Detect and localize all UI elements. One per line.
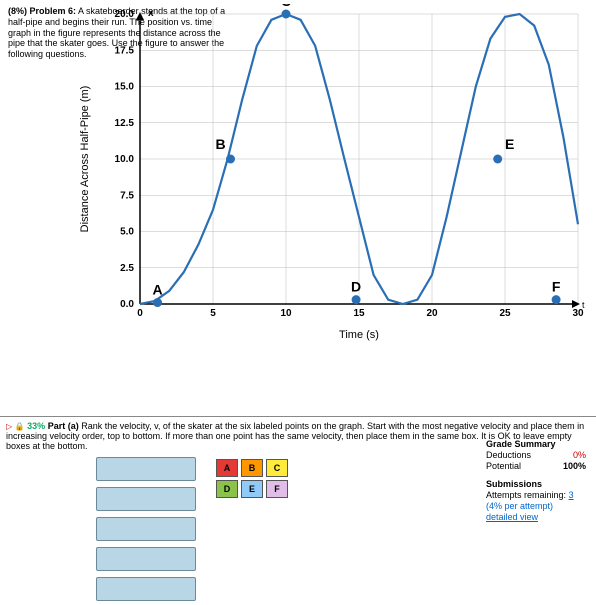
svg-text:0.0: 0.0 (120, 299, 134, 310)
chip-b[interactable]: B (241, 459, 263, 477)
ranking-slots (96, 457, 196, 601)
attempts-row: Attempts remaining: 3 (486, 490, 586, 501)
part-name: Part (a) (48, 421, 79, 431)
chip-e[interactable]: E (241, 480, 263, 498)
svg-text:A: A (152, 282, 162, 298)
svg-text:C: C (281, 4, 291, 9)
svg-text:20.0: 20.0 (115, 9, 135, 20)
svg-text:t: t (582, 300, 585, 310)
problem-label: (8%) Problem 6: (8, 6, 76, 16)
per-attempt: (4% per attempt) (486, 501, 586, 512)
attempts-remaining-link[interactable]: 3 (569, 490, 574, 500)
rank-slot-2[interactable] (96, 487, 196, 511)
svg-text:15: 15 (353, 308, 365, 319)
chip-a[interactable]: A (216, 459, 238, 477)
svg-text:17.5: 17.5 (115, 45, 135, 56)
svg-text:25: 25 (499, 308, 511, 319)
svg-text:7.5: 7.5 (120, 190, 134, 201)
chip-f[interactable]: F (266, 480, 288, 498)
svg-text:5.0: 5.0 (120, 227, 134, 238)
rank-slot-3[interactable] (96, 517, 196, 541)
svg-text:0: 0 (137, 308, 143, 319)
detailed-view-link[interactable]: detailed view (486, 512, 586, 523)
position-graph: 0510152025300.02.55.07.510.012.515.017.5… (70, 4, 590, 344)
svg-text:2.5: 2.5 (120, 263, 134, 274)
svg-text:B: B (215, 136, 225, 152)
potential-row: Potential 100% (486, 461, 586, 472)
svg-text:Distance Across Half-Pipe (m): Distance Across Half-Pipe (m) (79, 86, 91, 233)
svg-text:D: D (351, 279, 361, 295)
chip-d[interactable]: D (216, 480, 238, 498)
part-a-section: ▷ 🔒 33% Part (a) Rank the velocity, v, o… (0, 416, 596, 605)
rank-slot-5[interactable] (96, 577, 196, 601)
svg-text:10: 10 (280, 308, 292, 319)
svg-text:x: x (148, 8, 154, 19)
chip-c[interactable]: C (266, 459, 288, 477)
svg-text:E: E (505, 136, 514, 152)
lock-icon: 🔒 (15, 422, 25, 431)
grade-summary: Grade Summary Deductions 0% Potential 10… (486, 439, 586, 524)
submissions-header: Submissions (486, 479, 586, 490)
rank-slot-1[interactable] (96, 457, 196, 481)
svg-text:F: F (552, 279, 561, 295)
deductions-row: Deductions 0% (486, 450, 586, 461)
svg-text:10.0: 10.0 (115, 154, 135, 165)
svg-text:5: 5 (210, 308, 216, 319)
expand-icon: ▷ (6, 422, 12, 431)
svg-text:Time (s): Time (s) (339, 329, 379, 341)
svg-text:12.5: 12.5 (115, 118, 135, 129)
svg-text:20: 20 (426, 308, 438, 319)
chip-palette: A B C D E F (216, 459, 288, 601)
part-percent: 33% (27, 421, 45, 431)
rank-slot-4[interactable] (96, 547, 196, 571)
svg-text:15.0: 15.0 (115, 82, 135, 93)
grade-header: Grade Summary (486, 439, 586, 450)
